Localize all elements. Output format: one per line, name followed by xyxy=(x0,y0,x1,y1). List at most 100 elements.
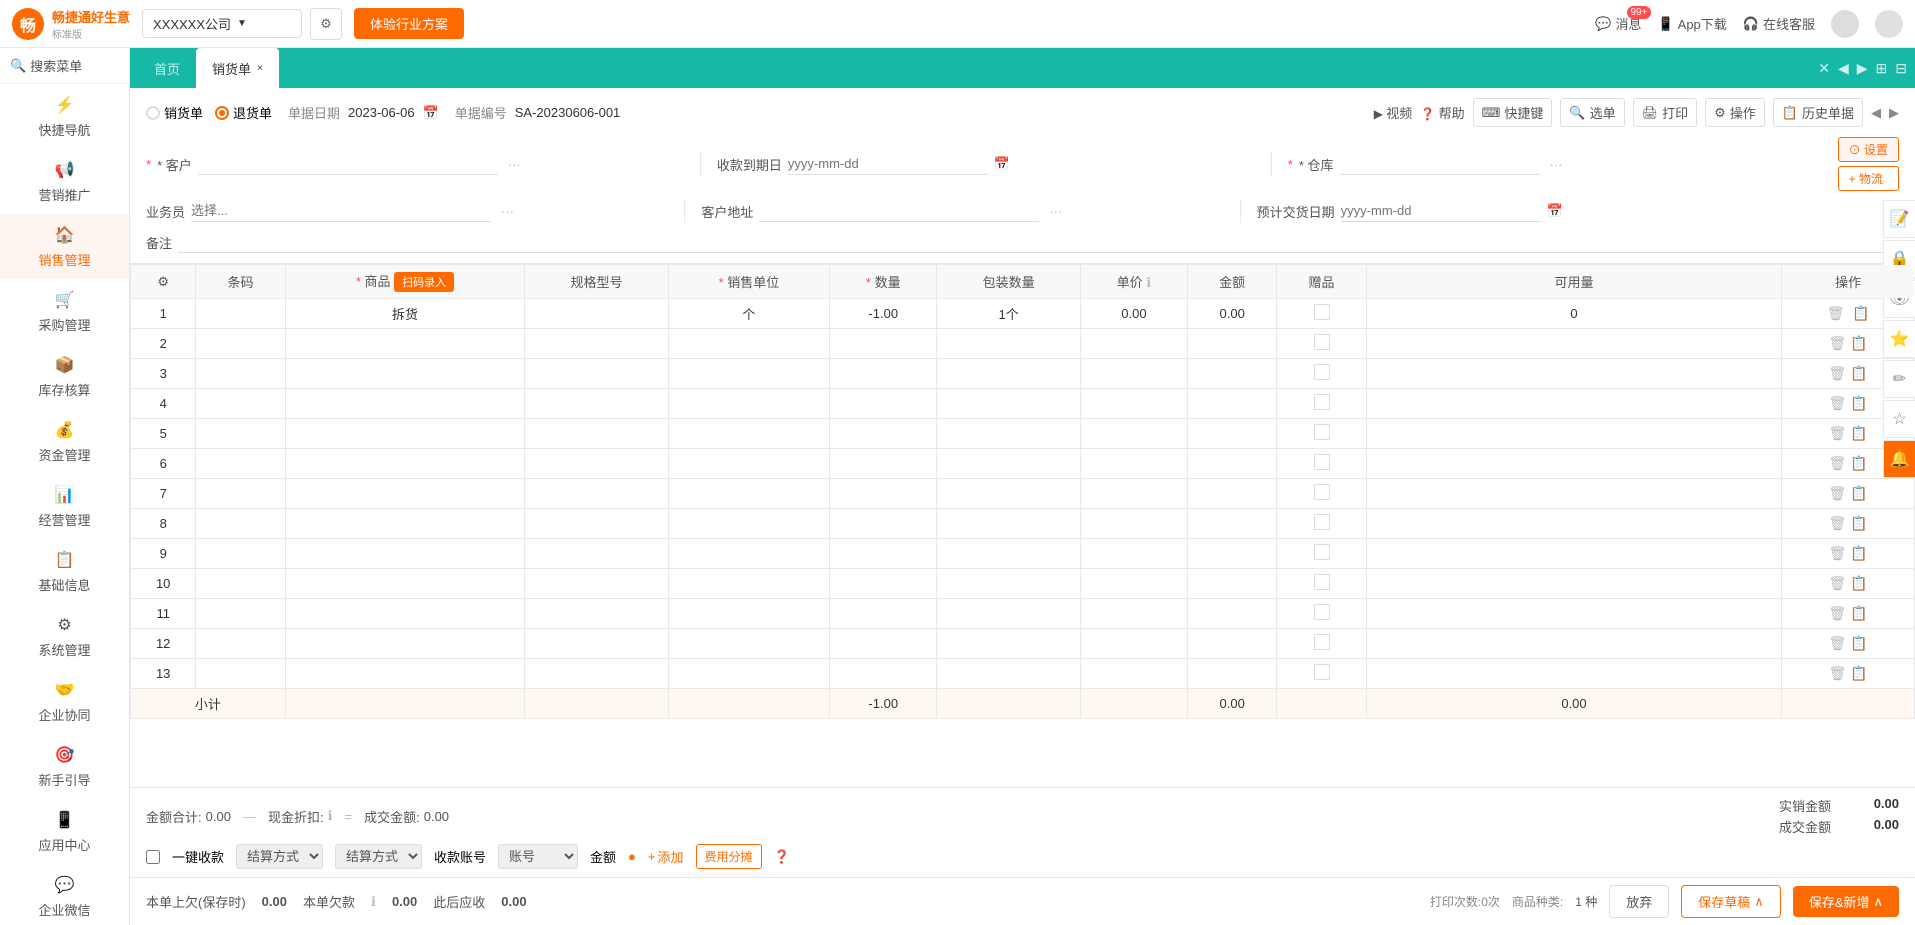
help-btn[interactable]: ❓ 帮助 xyxy=(1420,103,1464,122)
save-draft-button[interactable]: 保存草稿 ∧ xyxy=(1681,885,1781,918)
delete-row-btn[interactable]: 🗑 xyxy=(1829,485,1847,501)
grid-tab-icon[interactable]: ⊟ xyxy=(1895,60,1907,77)
gift-checkbox[interactable] xyxy=(1314,364,1330,380)
tab-close-icon[interactable]: × xyxy=(257,63,263,74)
delivery-calendar-icon[interactable]: 📅 xyxy=(1547,203,1563,219)
sidebar-item-basics[interactable]: 📋 基础信息 xyxy=(0,539,129,604)
quick-pay-checkbox[interactable] xyxy=(146,850,160,864)
copy-row-btn[interactable]: 📋 xyxy=(1850,665,1867,681)
sidebar-item-guide[interactable]: 🎯 新手引导 xyxy=(0,734,129,799)
gift-checkbox[interactable] xyxy=(1314,634,1330,650)
due-date-input[interactable] xyxy=(788,153,988,175)
delete-row-btn[interactable]: 🗑 xyxy=(1829,425,1847,441)
sidebar-item-wechat[interactable]: 💬 企业微信 xyxy=(0,864,129,925)
sidebar-item-cooperation[interactable]: 🤝 企业协同 xyxy=(0,669,129,734)
radio-sales[interactable]: 销货单 xyxy=(146,103,203,122)
delete-row-1-btn[interactable]: 🗑 xyxy=(1827,305,1845,321)
tab-home[interactable]: 首页 xyxy=(138,48,196,88)
copy-row-btn[interactable]: 📋 xyxy=(1850,485,1867,501)
message-button[interactable]: 💬 消息 99+ xyxy=(1595,14,1641,33)
row-gift-1[interactable] xyxy=(1277,299,1366,329)
delete-row-btn[interactable]: 🗑 xyxy=(1829,365,1847,381)
video-btn[interactable]: ▶ 视频 xyxy=(1374,103,1413,122)
settings-action-btn[interactable]: ⊙ 设置 xyxy=(1838,137,1899,162)
prev-record-icon[interactable]: ◀ xyxy=(1871,105,1881,121)
copy-row-btn[interactable]: 📋 xyxy=(1850,395,1867,411)
gear-button[interactable]: ⚙ xyxy=(310,8,342,40)
copy-row-btn[interactable]: 📋 xyxy=(1850,365,1867,381)
sidebar-item-quick-nav[interactable]: ⚡ 快捷导航 xyxy=(0,84,129,149)
gift-checkbox[interactable] xyxy=(1314,544,1330,560)
add-payment-btn[interactable]: + 添加 xyxy=(648,847,684,866)
due-date-calendar-icon[interactable]: 📅 xyxy=(994,156,1010,172)
copy-row-btn[interactable]: 📋 xyxy=(1850,335,1867,351)
app-download-button[interactable]: 📱 App下载 xyxy=(1657,14,1726,33)
save-new-button[interactable]: 保存&新增 ∧ xyxy=(1793,886,1899,917)
operations-btn[interactable]: ⚙ 操作 xyxy=(1705,98,1765,127)
delete-row-btn[interactable]: 🗑 xyxy=(1829,605,1847,621)
warehouse-input[interactable]: 建材仓 xyxy=(1340,153,1540,175)
copy-row-btn[interactable]: 📋 xyxy=(1850,425,1867,441)
column-settings-icon[interactable]: ⚙ xyxy=(157,274,169,289)
settlement-select[interactable]: 结算方式 xyxy=(236,844,323,869)
row-spec-1[interactable] xyxy=(525,299,668,329)
settlement-method-select[interactable]: 结算方式 xyxy=(335,844,422,869)
salesperson-dots[interactable]: ··· xyxy=(501,204,514,219)
sidebar-item-sales[interactable]: 🏠 销售管理 xyxy=(0,214,129,279)
gift-checkbox[interactable] xyxy=(1314,604,1330,620)
filter-btn[interactable]: 🔍 选单 xyxy=(1560,98,1624,127)
abandon-button[interactable]: 放弃 xyxy=(1609,885,1669,918)
user-avatar[interactable] xyxy=(1831,10,1859,38)
row-unit-price-1[interactable]: 0.00 xyxy=(1080,299,1187,329)
gift-checkbox-1[interactable] xyxy=(1314,304,1330,320)
copy-row-btn[interactable]: 📋 xyxy=(1850,605,1867,621)
sidebar-item-app-center[interactable]: 📱 应用中心 xyxy=(0,799,129,864)
print-btn[interactable]: 🖨 打印 xyxy=(1633,98,1698,127)
address-dots[interactable]: ··· xyxy=(1049,204,1062,219)
delete-row-btn[interactable]: 🗑 xyxy=(1829,515,1847,531)
gift-checkbox[interactable] xyxy=(1314,334,1330,350)
scan-button[interactable]: 扫码录入 xyxy=(394,272,454,292)
delete-row-btn[interactable]: 🗑 xyxy=(1829,575,1847,591)
delete-row-btn[interactable]: 🗑 xyxy=(1829,545,1847,561)
delivery-date-input[interactable] xyxy=(1341,200,1541,222)
sidebar-item-system[interactable]: ⚙ 系统管理 xyxy=(0,604,129,669)
radio-return[interactable]: 退货单 xyxy=(215,103,272,122)
salesperson-input[interactable] xyxy=(191,200,491,222)
float-note-btn[interactable]: 📝 xyxy=(1883,200,1915,238)
gift-checkbox[interactable] xyxy=(1314,664,1330,680)
sidebar-item-operations[interactable]: 📊 经营管理 xyxy=(0,474,129,539)
expand-tab-icon[interactable]: ⊞ xyxy=(1876,60,1888,77)
gift-checkbox[interactable] xyxy=(1314,514,1330,530)
next-tab-icon[interactable]: ▶ xyxy=(1857,60,1868,77)
float-edit-btn[interactable]: ✏ xyxy=(1883,360,1915,398)
delete-row-btn[interactable]: 🗑 xyxy=(1829,635,1847,651)
gift-checkbox[interactable] xyxy=(1314,574,1330,590)
delete-row-btn[interactable]: 🗑 xyxy=(1829,665,1847,681)
online-service-button[interactable]: 🎧 在线客服 xyxy=(1743,14,1815,33)
copy-row-btn[interactable]: 📋 xyxy=(1850,515,1867,531)
warehouse-dots[interactable]: ··· xyxy=(1550,157,1563,172)
float-orange-btn[interactable]: 🔔 xyxy=(1883,440,1915,478)
history-btn[interactable]: 📋 历史单据 xyxy=(1773,98,1863,127)
delete-row-btn[interactable]: 🗑 xyxy=(1829,395,1847,411)
close-all-icon[interactable]: ✕ xyxy=(1818,60,1830,77)
tab-sales-order[interactable]: 销货单 × xyxy=(196,48,279,88)
customer-address-input[interactable] xyxy=(759,200,1039,222)
trial-button[interactable]: 体验行业方案 xyxy=(354,8,464,39)
row-barcode-1[interactable] xyxy=(196,299,285,329)
sidebar-item-purchase[interactable]: 🛒 采购管理 xyxy=(0,279,129,344)
calendar-icon[interactable]: 📅 xyxy=(423,105,439,121)
sidebar-search[interactable]: 🔍 搜索菜单 xyxy=(0,48,129,84)
gift-checkbox[interactable] xyxy=(1314,394,1330,410)
shortcut-btn[interactable]: ⌨ 快捷键 xyxy=(1473,98,1553,127)
next-record-icon[interactable]: ▶ xyxy=(1889,105,1899,121)
delete-row-btn[interactable]: 🗑 xyxy=(1829,335,1847,351)
sidebar-item-inventory[interactable]: 📦 库存核算 xyxy=(0,344,129,409)
customer-input[interactable] xyxy=(198,153,498,175)
gift-checkbox[interactable] xyxy=(1314,454,1330,470)
float-bookmark-btn[interactable]: ☆ xyxy=(1883,400,1915,438)
copy-row-btn[interactable]: 📋 xyxy=(1850,545,1867,561)
notes-input[interactable] xyxy=(178,231,1899,253)
logistics-action-btn[interactable]: + 物流 xyxy=(1838,166,1899,191)
